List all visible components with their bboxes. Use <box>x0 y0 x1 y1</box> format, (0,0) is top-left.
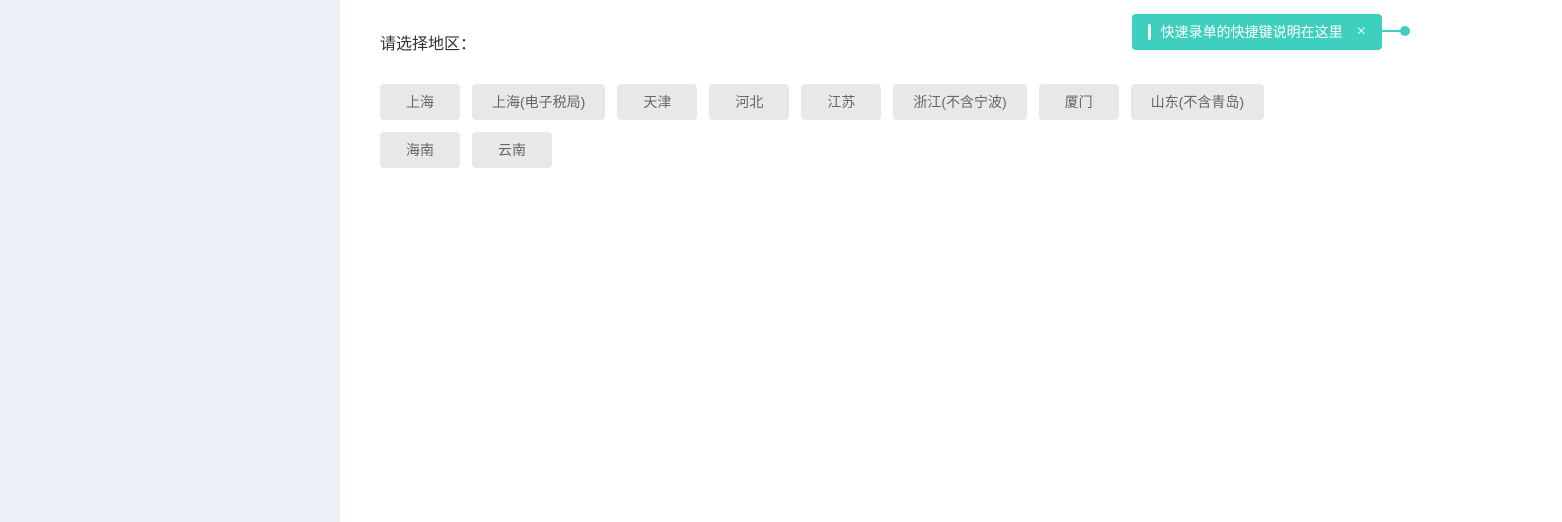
tooltip-close-button[interactable]: × <box>1357 23 1366 41</box>
region-button-tianjin[interactable]: 天津 <box>617 84 697 120</box>
region-button-shandong[interactable]: 山东(不含青岛) <box>1131 84 1264 120</box>
region-button-hainan[interactable]: 海南 <box>380 132 460 168</box>
region-button-xiamen[interactable]: 厦门 <box>1039 84 1119 120</box>
region-button-hebei[interactable]: 河北 <box>709 84 789 120</box>
region-button-shanghai[interactable]: 上海 <box>380 84 460 120</box>
tooltip-dot <box>1400 26 1410 36</box>
tooltip-popup: 快速录单的快捷键说明在这里 × <box>1132 14 1382 50</box>
region-button-shanghai-e[interactable]: 上海(电子税局) <box>472 84 605 120</box>
region-grid: 上海上海(电子税局) 天津河北江苏浙江(不含宁波) 厦门山东(不含青岛) 海南云南 <box>380 84 1280 168</box>
tooltip-text: 快速录单的快捷键说明在这里 <box>1161 22 1343 42</box>
region-button-zhejiang[interactable]: 浙江(不含宁波) <box>893 84 1026 120</box>
region-button-jiangsu[interactable]: 江苏 <box>801 84 881 120</box>
region-button-yunnan[interactable]: 云南 <box>472 132 552 168</box>
left-sidebar <box>0 0 340 522</box>
main-content: 请选择地区： 上海上海(电子税局)天津河北江苏浙江(不含宁波)厦门山东(不含青岛… <box>340 0 1562 522</box>
